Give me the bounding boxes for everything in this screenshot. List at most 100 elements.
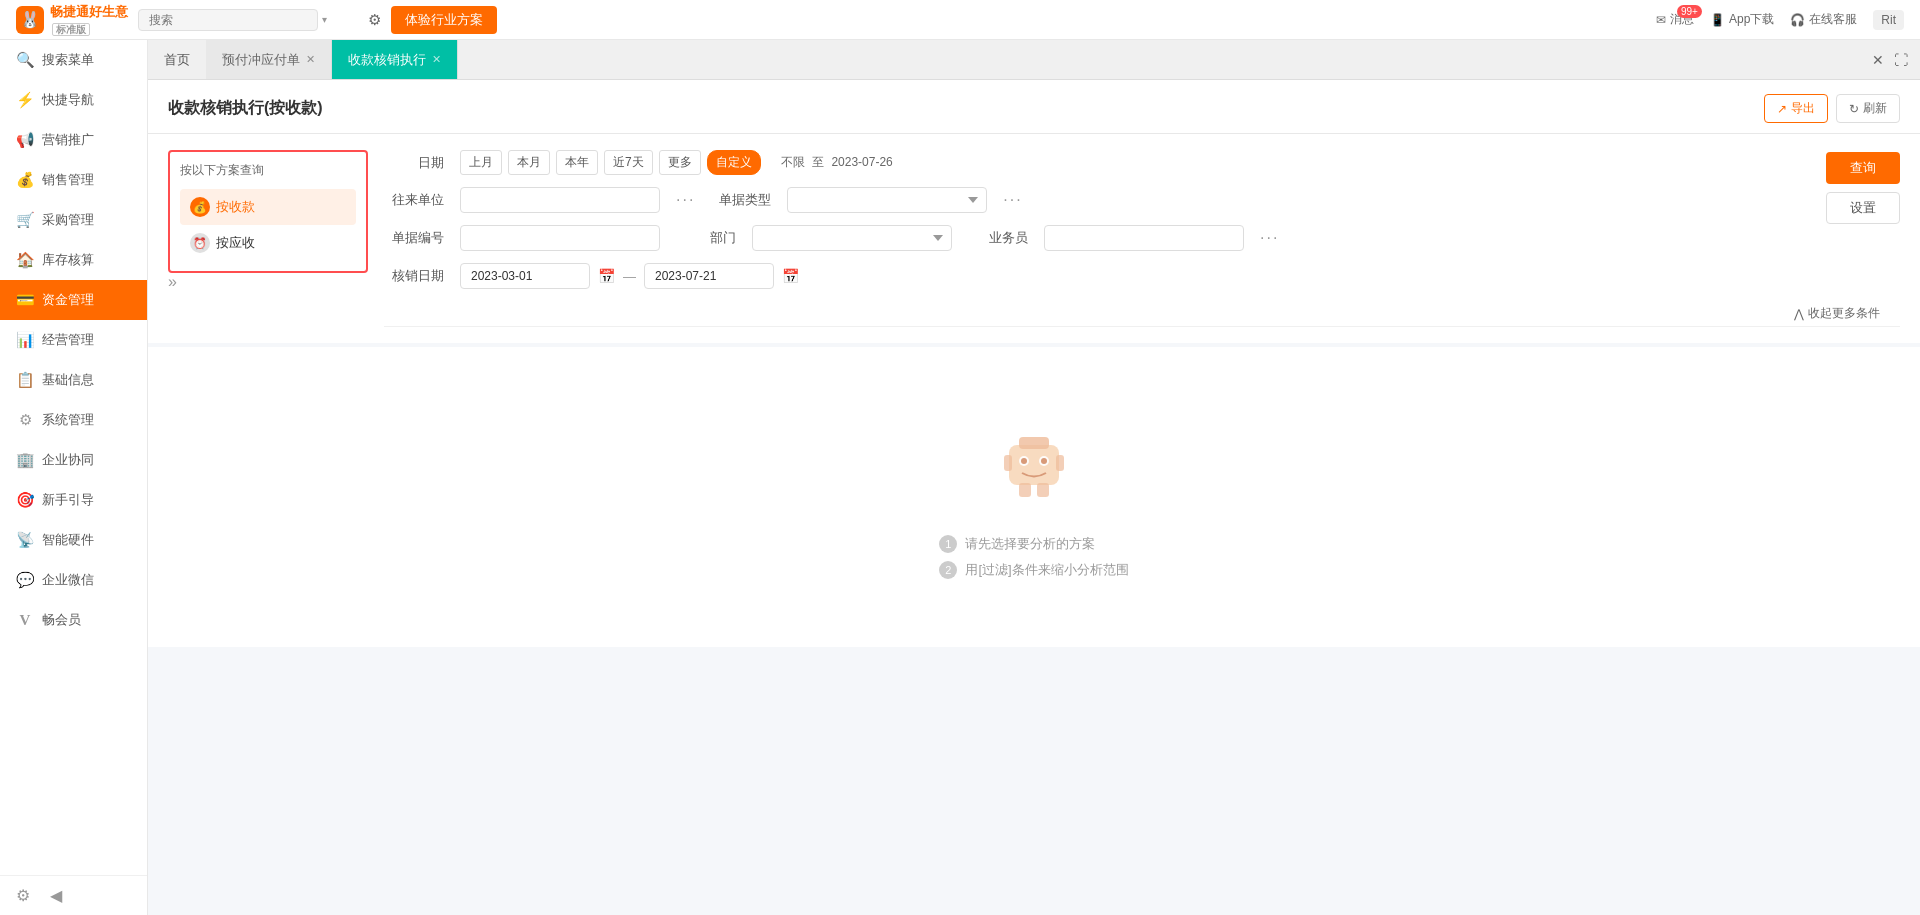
empty-tips: 1 请先选择要分析的方案 2 用[过滤]条件来缩小分析范围	[939, 535, 1128, 579]
filter-area: 按以下方案查询 💰 按收款 ⏰ 按应收 »	[148, 134, 1920, 343]
sidebar-item-wechat[interactable]: 💬 企业微信	[0, 560, 147, 600]
gear-icon[interactable]: ⚙	[368, 11, 381, 29]
export-btn[interactable]: ↗ 导出	[1764, 94, 1828, 123]
tab-receipt-verify[interactable]: 收款核销执行 ✕	[332, 40, 458, 79]
tab-prepay-close-icon[interactable]: ✕	[306, 53, 315, 66]
verify-date-dash: —	[623, 269, 636, 284]
date-value: 2023-07-26	[831, 155, 892, 169]
tab-home-label: 首页	[164, 51, 190, 69]
filter-option-by-receipt[interactable]: 💰 按收款	[180, 189, 356, 225]
sales-person-input[interactable]	[1044, 225, 1244, 251]
sidebar-label-search-menu: 搜索菜单	[42, 51, 94, 69]
settings-bottom-icon[interactable]: ⚙	[16, 886, 30, 905]
tab-prepay[interactable]: 预付冲应付单 ✕	[206, 40, 332, 79]
refresh-btn[interactable]: ↻ 刷新	[1836, 94, 1900, 123]
sidebar-item-purchase[interactable]: 🛒 采购管理	[0, 200, 147, 240]
marketing-icon: 📢	[16, 131, 34, 149]
app-version: 标准版	[52, 23, 90, 36]
partner-input[interactable]	[460, 187, 660, 213]
tab-receipt-verify-label: 收款核销执行	[348, 51, 426, 69]
sidebar-item-finance[interactable]: 💳 资金管理	[0, 280, 147, 320]
date-btn-7days[interactable]: 近7天	[604, 150, 653, 175]
voucher-type-select[interactable]	[787, 187, 987, 213]
query-btn[interactable]: 查询	[1826, 152, 1900, 184]
main-layout: 🔍 搜索菜单 ⚡ 快捷导航 📢 营销推广 💰 销售管理 🛒 采购管理 🏠 库存核…	[0, 40, 1920, 915]
date-btn-this-year[interactable]: 本年	[556, 150, 598, 175]
verify-date-range: 📅 — 📅	[460, 263, 799, 289]
sidebar-item-marketing[interactable]: 📢 营销推广	[0, 120, 147, 160]
date-options-group: 上月 本月 本年 近7天 更多 自定义	[460, 150, 761, 175]
setting-btn[interactable]: 设置	[1826, 192, 1900, 224]
tab-right-buttons: ✕ ⛶	[1860, 40, 1920, 79]
sidebar-item-operations[interactable]: 📊 经营管理	[0, 320, 147, 360]
tab-bar: 首页 预付冲应付单 ✕ 收款核销执行 ✕ ✕ ⛶	[148, 40, 1920, 80]
tab-home[interactable]: 首页	[148, 40, 206, 79]
date-btn-more[interactable]: 更多	[659, 150, 701, 175]
message-btn[interactable]: ✉ 消息 99+	[1656, 11, 1694, 28]
date-nolimit-label: 不限	[781, 155, 805, 169]
sales-person-label: 业务员	[968, 229, 1028, 247]
verify-date-end-input[interactable]	[644, 263, 774, 289]
tab-close-btn[interactable]: ✕	[1868, 48, 1888, 72]
collapse-more-label: 收起更多条件	[1808, 305, 1880, 322]
date-btn-last-month[interactable]: 上月	[460, 150, 502, 175]
sidebar-item-member[interactable]: V 畅会员	[0, 600, 147, 640]
svg-rect-7	[1056, 455, 1064, 471]
finance-icon: 💳	[16, 291, 34, 309]
service-icon: 🎧	[1790, 13, 1805, 27]
app-download-btn[interactable]: 📱 App下载	[1710, 11, 1774, 28]
sidebar-item-search-menu[interactable]: 🔍 搜索菜单	[0, 40, 147, 80]
collapse-more-btn[interactable]: ⋀ 收起更多条件	[1794, 305, 1880, 322]
filter-row-verify-date: 核销日期 📅 — 📅	[384, 263, 1810, 289]
sidebar-bottom: ⚙ ◀	[0, 875, 147, 915]
partner-label: 往来单位	[384, 191, 444, 209]
sidebar-label-operations: 经营管理	[42, 331, 94, 349]
date-btn-custom[interactable]: 自定义	[707, 150, 761, 175]
sidebar-item-system[interactable]: ⚙ 系统管理	[0, 400, 147, 440]
department-select[interactable]	[752, 225, 952, 251]
filter-collapse-btn[interactable]: »	[168, 273, 177, 291]
sidebar-item-beginner[interactable]: 🎯 新手引导	[0, 480, 147, 520]
industry-btn[interactable]: 体验行业方案	[391, 6, 497, 34]
sidebar-item-sales[interactable]: 💰 销售管理	[0, 160, 147, 200]
topbar-search-input[interactable]	[138, 9, 318, 31]
verify-date-end-cal-icon[interactable]: 📅	[782, 268, 799, 284]
hardware-icon: 📡	[16, 531, 34, 549]
search-area: ▾	[138, 9, 358, 31]
page-header-buttons: ↗ 导出 ↻ 刷新	[1764, 94, 1900, 123]
collapse-sidebar-icon[interactable]: ◀	[50, 886, 62, 905]
svg-rect-1	[1019, 437, 1049, 449]
sales-person-dots-icon[interactable]: ···	[1260, 229, 1279, 247]
date-to-label: 至	[812, 155, 824, 169]
date-btn-this-month[interactable]: 本月	[508, 150, 550, 175]
tip-1-num: 1	[939, 535, 957, 553]
partner-dots-icon[interactable]: ···	[676, 191, 695, 209]
tab-receipt-verify-close-icon[interactable]: ✕	[432, 53, 441, 66]
refresh-label: 刷新	[1863, 100, 1887, 117]
sidebar-item-inventory[interactable]: 🏠 库存核算	[0, 240, 147, 280]
tab-prepay-label: 预付冲应付单	[222, 51, 300, 69]
sidebar-item-quick-nav[interactable]: ⚡ 快捷导航	[0, 80, 147, 120]
enterprise-icon: 🏢	[16, 451, 34, 469]
receivable-option-icon: ⏰	[190, 233, 210, 253]
user-info[interactable]: Rit	[1873, 10, 1904, 30]
tab-expand-btn[interactable]: ⛶	[1890, 48, 1912, 72]
voucher-type-dots-icon[interactable]: ···	[1003, 191, 1022, 209]
online-service-btn[interactable]: 🎧 在线客服	[1790, 11, 1857, 28]
sidebar-item-hardware[interactable]: 📡 智能硬件	[0, 520, 147, 560]
voucher-no-input[interactable]	[460, 225, 660, 251]
topbar: 🐰 畅捷通好生意 标准版 ▾ ⚙ 体验行业方案 ✉ 消息 99+ 📱 App下载…	[0, 0, 1920, 40]
date-label: 日期	[384, 154, 444, 172]
sidebar-item-enterprise[interactable]: 🏢 企业协同	[0, 440, 147, 480]
verify-date-start-input[interactable]	[460, 263, 590, 289]
sidebar-item-basic-info[interactable]: 📋 基础信息	[0, 360, 147, 400]
sidebar-label-beginner: 新手引导	[42, 491, 94, 509]
filter-option-by-receivable[interactable]: ⏰ 按应收	[180, 225, 356, 261]
topbar-right: ✉ 消息 99+ 📱 App下载 🎧 在线客服 Rit	[1656, 10, 1904, 30]
search-dropdown-icon[interactable]: ▾	[322, 14, 327, 25]
svg-point-4	[1021, 458, 1027, 464]
verify-date-start-cal-icon[interactable]: 📅	[598, 268, 615, 284]
collapse-more-icon: ⋀	[1794, 307, 1804, 321]
sidebar-label-wechat: 企业微信	[42, 571, 94, 589]
beginner-icon: 🎯	[16, 491, 34, 509]
